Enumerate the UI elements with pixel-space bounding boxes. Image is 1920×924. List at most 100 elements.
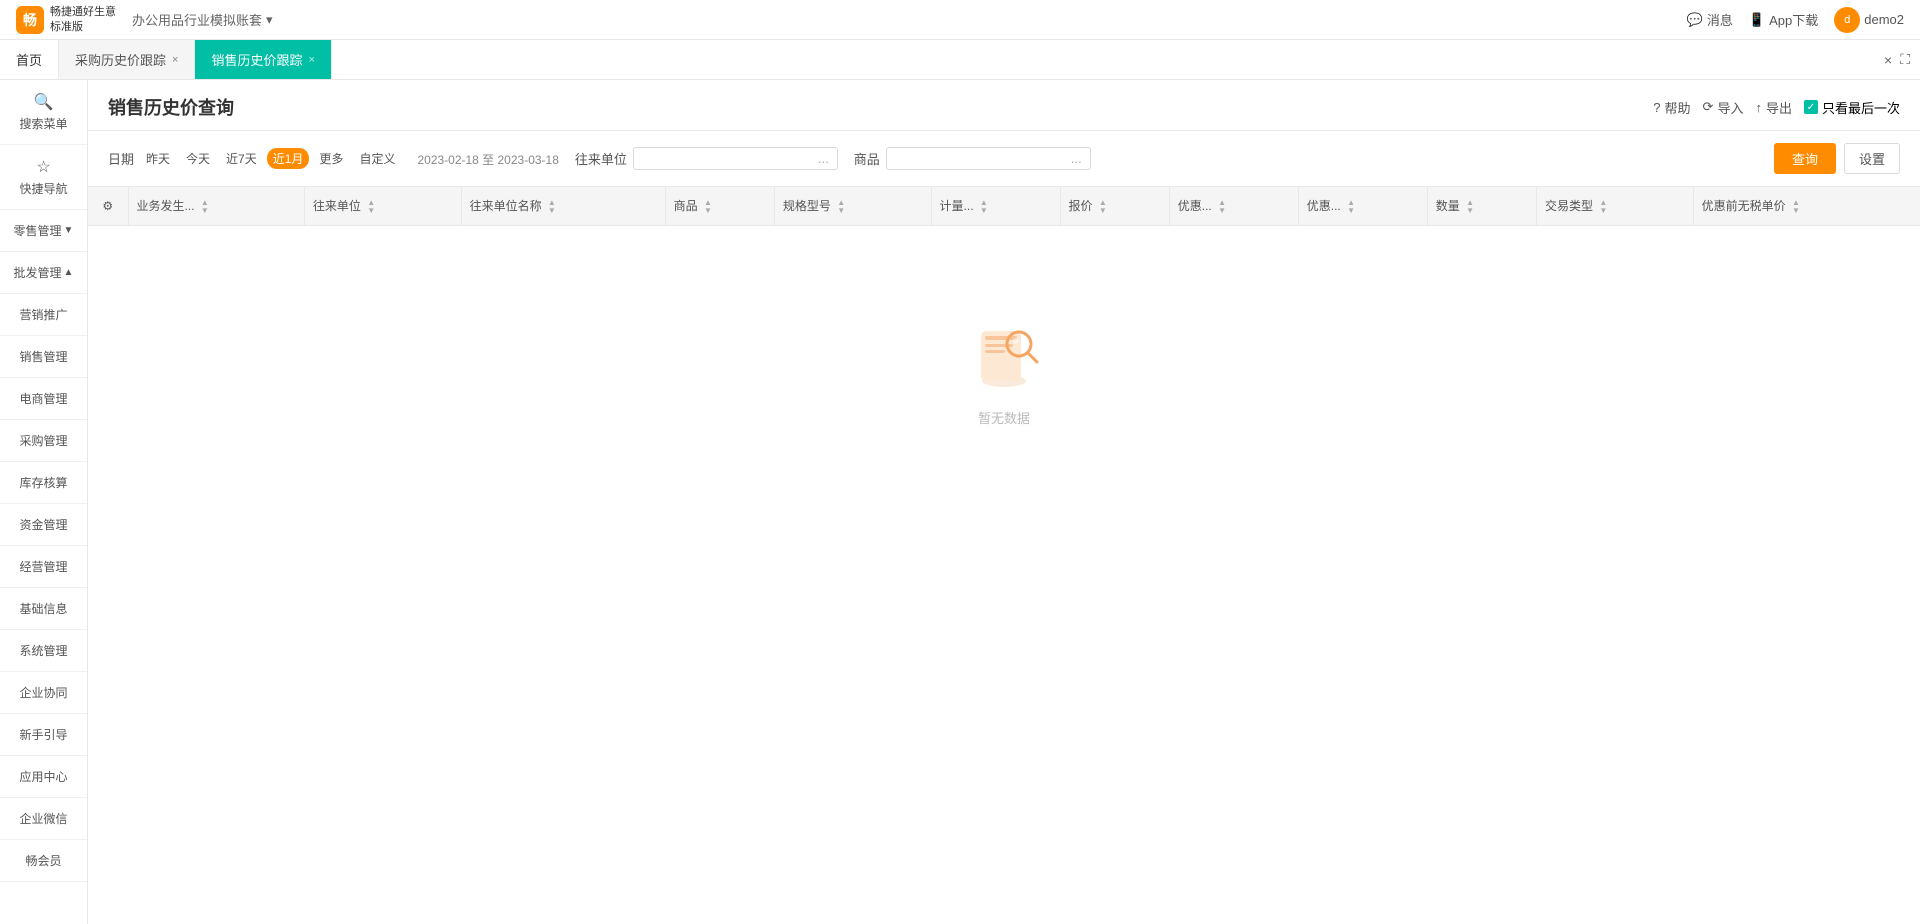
app-selector[interactable]: 办公用品行业模拟账套 ▾ bbox=[124, 6, 281, 33]
sidebar-item-purchase-mgmt[interactable]: 采购管理 bbox=[0, 420, 87, 462]
only-last-toggle[interactable]: ✓ 只看最后一次 bbox=[1804, 98, 1900, 117]
logo-icon: 畅 bbox=[16, 6, 44, 34]
chevron-down-icon: ▾ bbox=[266, 12, 273, 28]
col-quoted-price: 报价 ▲▼ bbox=[1060, 187, 1169, 225]
date-filter-group: 日期 昨天 今天 近7天 近1月 更多 自定义 bbox=[108, 148, 401, 169]
empty-state: 暂无数据 bbox=[88, 226, 1920, 507]
app-download-btn[interactable]: 📱 App下载 bbox=[1749, 10, 1818, 29]
col-trade-type: 交易类型 ▲▼ bbox=[1536, 187, 1693, 225]
empty-text: 暂无数据 bbox=[978, 408, 1030, 427]
date-more-btn[interactable]: 更多 bbox=[313, 148, 349, 169]
avatar: d bbox=[1834, 7, 1860, 33]
col-biz-date: 业务发生... ▲▼ bbox=[128, 187, 304, 225]
settings-gear-icon[interactable]: ⚙ bbox=[102, 199, 113, 213]
sidebar-item-inventory[interactable]: 库存核算 bbox=[0, 462, 87, 504]
chevron-up-icon: ▲ bbox=[64, 267, 74, 278]
date-last7days-btn[interactable]: 近7天 bbox=[220, 148, 263, 169]
sort-icon[interactable]: ▲▼ bbox=[548, 199, 556, 215]
download-icon: 📱 bbox=[1749, 12, 1765, 28]
user-menu[interactable]: d demo2 bbox=[1834, 7, 1904, 33]
sort-icon[interactable]: ▲▼ bbox=[1466, 199, 1474, 215]
sort-icon[interactable]: ▲▼ bbox=[1218, 199, 1226, 215]
only-last-checkbox[interactable]: ✓ bbox=[1804, 100, 1818, 114]
counterparty-filter-group: 往来单位 ... bbox=[575, 147, 838, 170]
sidebar-item-enterprise[interactable]: 企业协同 bbox=[0, 672, 87, 714]
col-discount2: 优惠... ▲▼ bbox=[1298, 187, 1427, 225]
query-button[interactable]: 查询 bbox=[1774, 143, 1836, 174]
table-container: ⚙ 业务发生... ▲▼ 往来单位 ▲▼ 往来单位名称 ▲▼ bbox=[88, 187, 1920, 924]
sort-icon[interactable]: ▲▼ bbox=[1599, 199, 1607, 215]
message-icon: 💬 bbox=[1687, 12, 1703, 28]
message-btn[interactable]: 💬 消息 bbox=[1687, 10, 1733, 29]
import-icon: ⟳ bbox=[1703, 99, 1714, 115]
sidebar-item-member[interactable]: 畅会员 bbox=[0, 840, 87, 882]
search-icon: 🔍 bbox=[34, 92, 54, 112]
sort-icon[interactable]: ▲▼ bbox=[1792, 199, 1800, 215]
counterparty-dots: ... bbox=[818, 151, 829, 166]
empty-icon bbox=[959, 306, 1049, 396]
date-shortcuts: 昨天 今天 近7天 近1月 更多 自定义 bbox=[140, 148, 401, 169]
col-product: 商品 ▲▼ bbox=[665, 187, 774, 225]
sidebar-item-operations[interactable]: 经营管理 bbox=[0, 546, 87, 588]
col-spec: 规格型号 ▲▼ bbox=[774, 187, 931, 225]
sidebar-item-retail[interactable]: 零售管理 ▼ bbox=[0, 210, 87, 252]
sidebar-item-newbie[interactable]: 新手引导 bbox=[0, 714, 87, 756]
sidebar-item-marketing[interactable]: 营销推广 bbox=[0, 294, 87, 336]
tabbar: 首页 采购历史价跟踪 × 销售历史价跟踪 × × ⛶ bbox=[0, 40, 1920, 80]
sidebar-item-wholesale[interactable]: 批发管理 ▲ bbox=[0, 252, 87, 294]
col-quantity: 数量 ▲▼ bbox=[1427, 187, 1536, 225]
export-btn[interactable]: ↑ 导出 bbox=[1755, 98, 1792, 117]
topbar: 畅 畅捷通好生意 标准版 办公用品行业模拟账套 ▾ 💬 消息 📱 App下载 d… bbox=[0, 0, 1920, 40]
counterparty-input[interactable] bbox=[642, 151, 818, 166]
help-icon: ? bbox=[1653, 100, 1660, 115]
date-custom-btn[interactable]: 自定义 bbox=[353, 148, 401, 169]
sort-icon[interactable]: ▲▼ bbox=[201, 199, 209, 215]
sort-icon[interactable]: ▲▼ bbox=[1347, 199, 1355, 215]
col-pre-discount-price: 优惠前无税单价 ▲▼ bbox=[1693, 187, 1920, 225]
sidebar: 🔍 搜索菜单 ☆ 快捷导航 零售管理 ▼ 批发管理 ▲ 营销推广 销售管理 电商… bbox=[0, 80, 88, 924]
logo-text: 畅捷通好生意 标准版 bbox=[50, 5, 116, 34]
export-icon: ↑ bbox=[1755, 100, 1762, 115]
date-yesterday-btn[interactable]: 昨天 bbox=[140, 148, 176, 169]
sidebar-item-app-center[interactable]: 应用中心 bbox=[0, 756, 87, 798]
col-settings[interactable]: ⚙ bbox=[88, 187, 128, 225]
tab-purchase-history[interactable]: 采购历史价跟踪 × bbox=[59, 40, 195, 79]
col-unit: 计量... ▲▼ bbox=[931, 187, 1060, 225]
sidebar-item-basic-info[interactable]: 基础信息 bbox=[0, 588, 87, 630]
sidebar-item-ecommerce[interactable]: 电商管理 bbox=[0, 378, 87, 420]
close-all-tabs-btn[interactable]: × bbox=[1884, 52, 1892, 68]
product-dots: ... bbox=[1071, 151, 1082, 166]
star-icon: ☆ bbox=[36, 157, 50, 177]
import-btn[interactable]: ⟳ 导入 bbox=[1703, 98, 1744, 117]
product-input-wrapper[interactable]: ... bbox=[886, 147, 1091, 170]
sort-icon[interactable]: ▲▼ bbox=[367, 199, 375, 215]
col-discount1: 优惠... ▲▼ bbox=[1169, 187, 1298, 225]
product-filter-group: 商品 ... bbox=[854, 147, 1091, 170]
tab-home[interactable]: 首页 bbox=[0, 40, 59, 79]
counterparty-input-wrapper[interactable]: ... bbox=[633, 147, 838, 170]
sidebar-item-system[interactable]: 系统管理 bbox=[0, 630, 87, 672]
content-area: 销售历史价查询 ? 帮助 ⟳ 导入 ↑ 导出 ✓ 只看最后一次 bbox=[88, 80, 1920, 924]
settings-button[interactable]: 设置 bbox=[1844, 143, 1900, 174]
empty-illustration bbox=[959, 306, 1049, 396]
sort-icon[interactable]: ▲▼ bbox=[980, 199, 988, 215]
sort-icon[interactable]: ▲▼ bbox=[837, 199, 845, 215]
date-last1month-btn[interactable]: 近1月 bbox=[267, 148, 310, 169]
tab-close-sales[interactable]: × bbox=[308, 54, 314, 66]
date-today-btn[interactable]: 今天 bbox=[180, 148, 216, 169]
sidebar-item-sales-mgmt[interactable]: 销售管理 bbox=[0, 336, 87, 378]
date-label: 日期 bbox=[108, 149, 134, 168]
sidebar-item-shortcut[interactable]: ☆ 快捷导航 bbox=[0, 145, 87, 210]
sidebar-item-search[interactable]: 🔍 搜索菜单 bbox=[0, 80, 87, 145]
product-input[interactable] bbox=[895, 151, 1071, 166]
sort-icon[interactable]: ▲▼ bbox=[704, 199, 712, 215]
help-btn[interactable]: ? 帮助 bbox=[1653, 98, 1690, 117]
page-actions: ? 帮助 ⟳ 导入 ↑ 导出 ✓ 只看最后一次 bbox=[1653, 98, 1900, 117]
tab-sales-history[interactable]: 销售历史价跟踪 × bbox=[195, 40, 331, 79]
date-range-display: 2023-02-18 至 2023-03-18 bbox=[417, 151, 558, 168]
tab-close-purchase[interactable]: × bbox=[172, 54, 178, 66]
sidebar-item-corp-wechat[interactable]: 企业微信 bbox=[0, 798, 87, 840]
fullscreen-btn[interactable]: ⛶ bbox=[1900, 51, 1910, 68]
sort-icon[interactable]: ▲▼ bbox=[1099, 199, 1107, 215]
sidebar-item-finance[interactable]: 资金管理 bbox=[0, 504, 87, 546]
